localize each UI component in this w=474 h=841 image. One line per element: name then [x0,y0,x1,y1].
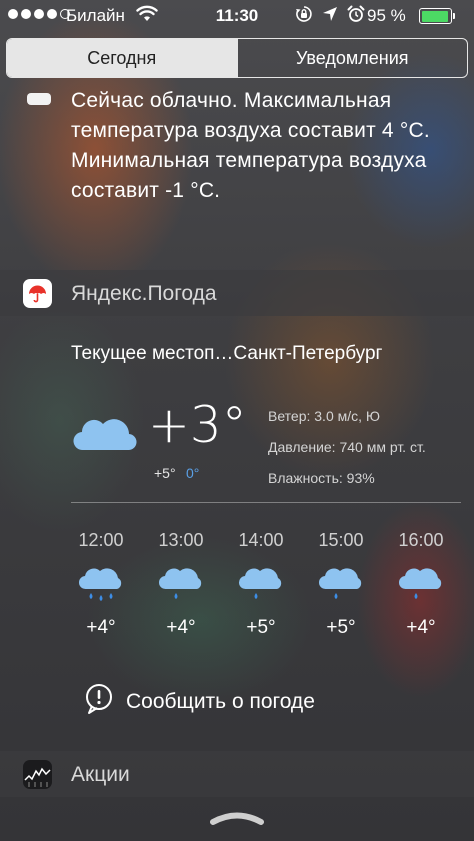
status-bar: Билайн 11:30 95 % [0,0,474,32]
weather-widget-header[interactable]: Яндекс.Погода [0,270,474,316]
rain-cloud-icon [158,565,204,605]
tab-today[interactable]: Сегодня [7,39,237,77]
umbrella-icon [23,279,52,308]
rain-cloud-icon [318,565,364,605]
tab-control: Сегодня Уведомления [6,38,468,78]
battery-icon [419,8,455,24]
divider [71,502,461,503]
cloud-icon [27,93,51,105]
stocks-widget-title: Акции [71,763,130,786]
hour-time: 12:00 [78,530,124,550]
report-weather-label: Сообщить о погоде [126,689,315,713]
hour-time: 16:00 [398,530,444,550]
stocks-icon [23,760,52,789]
wind-label: Ветер: 3.0 м/с, Ю [268,408,381,424]
close-handle-icon[interactable] [210,809,264,832]
alarm-icon [347,5,365,28]
report-weather-button[interactable]: Сообщить о погоде [84,683,315,720]
hour-time: 14:00 [238,530,284,550]
hour-temperature: +4° [86,617,116,638]
pressure-label: Давление: 740 мм рт. ст. [268,439,426,455]
temperature-low: 0° [186,465,200,481]
rain-cloud-icon [398,565,444,605]
temperature-high: +5° [154,465,176,481]
hourly-forecast-item: 12:00 +4° [63,530,139,639]
weather-details: Ветер: 3.0 м/с, Ю Давление: 740 мм рт. с… [268,401,426,494]
current-temperature: +3° [148,396,247,454]
hour-temperature: +4° [406,617,436,638]
tab-notifications[interactable]: Уведомления [236,39,468,77]
hour-temperature: +5° [246,617,276,638]
rotation-lock-icon [295,5,313,28]
humidity-label: Влажность: 93% [268,470,375,486]
hour-temperature: +5° [326,617,356,638]
hour-temperature: +4° [166,617,196,638]
hourly-forecast-item: 14:00 +5° [223,530,299,639]
weather-widget-title: Яндекс.Погода [71,282,217,305]
stocks-widget-header[interactable]: Акции [0,751,474,797]
weather-summary-text: Сейчас облачно. Максимальная температура… [71,89,430,202]
speech-exclamation-icon [84,683,114,720]
hourly-forecast-item: 16:00 +4° [383,530,459,639]
location-label[interactable]: Текущее местоп…Санкт-Петербург [71,343,382,365]
cloudy-icon [73,410,137,459]
hour-time: 15:00 [318,530,364,550]
rain-cloud-icon [78,565,124,605]
rain-cloud-icon [238,565,284,605]
hourly-forecast-item: 13:00 +4° [143,530,219,639]
battery-percent: 95 % [367,6,406,25]
hourly-forecast-item: 15:00 +5° [303,530,379,639]
location-arrow-icon [322,6,338,27]
hour-time: 13:00 [158,530,204,550]
